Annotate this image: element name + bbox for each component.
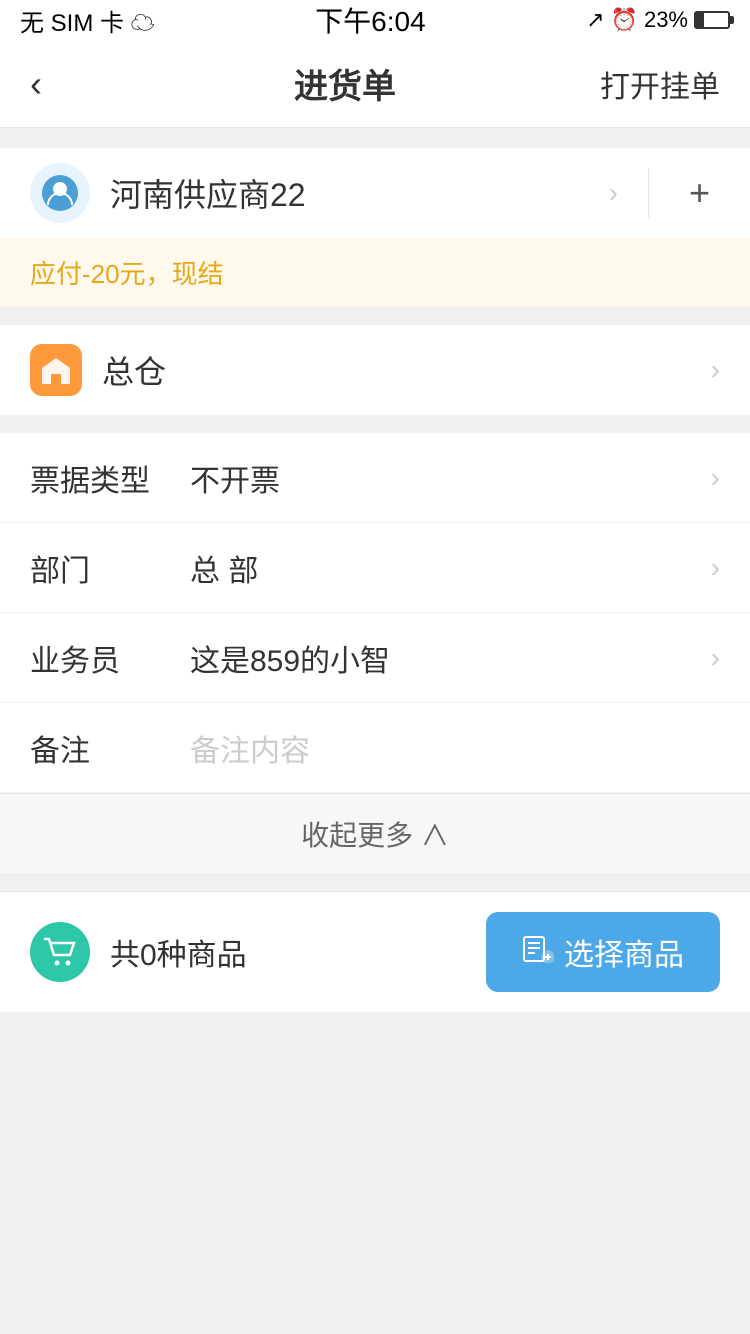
select-product-button[interactable]: 选择商品 <box>486 912 720 992</box>
supplier-name: 河南供应商22 <box>110 170 609 216</box>
select-product-label: 选择商品 <box>564 930 684 974</box>
battery-icon <box>694 11 730 29</box>
section-divider-1 <box>0 309 750 325</box>
add-supplier-button[interactable]: + <box>679 172 720 214</box>
status-bar: 无 SIM 卡 ☁ 下午6:04 ↗ ⏰ 23% <box>0 0 750 40</box>
warehouse-chevron: › <box>711 354 720 386</box>
supplier-row[interactable]: 河南供应商22 › + <box>0 148 750 238</box>
department-row[interactable]: 部门 总 部 › <box>0 523 750 613</box>
salesperson-row[interactable]: 业务员 这是859的小智 › <box>0 613 750 703</box>
bottom-bar: 共0种商品 选择商品 <box>0 891 750 1012</box>
status-right: ↗ ⏰ 23% <box>586 7 730 33</box>
remark-label: 备注 <box>30 726 170 770</box>
page-title: 进货单 <box>294 59 396 108</box>
supplier-section: 河南供应商22 › + 应付-20元，现结 <box>0 148 750 307</box>
salesperson-chevron: › <box>711 642 720 674</box>
open-pending-button[interactable]: 打开挂单 <box>600 62 720 106</box>
alarm-icon: ⏰ <box>611 7 638 33</box>
supplier-avatar <box>30 163 90 223</box>
status-left: 无 SIM 卡 ☁ <box>20 3 155 38</box>
section-divider-2 <box>0 417 750 433</box>
battery-label: 23% <box>644 7 688 33</box>
product-cart-icon <box>30 922 90 982</box>
back-button[interactable]: ‹ <box>30 63 90 105</box>
invoice-type-row[interactable]: 票据类型 不开票 › <box>0 433 750 523</box>
page-rest <box>0 1012 750 1312</box>
status-time: 下午6:04 <box>315 0 426 40</box>
notice-bar: 应付-20元，现结 <box>0 238 750 307</box>
remark-input[interactable]: 备注内容 <box>170 726 720 770</box>
department-value: 总 部 <box>170 546 711 590</box>
warehouse-icon <box>30 344 82 396</box>
supplier-chevron: › <box>609 177 618 209</box>
supplier-right-actions: › + <box>609 168 720 218</box>
remark-row[interactable]: 备注 备注内容 <box>0 703 750 793</box>
location-icon: ↗ <box>586 7 604 33</box>
department-label: 部门 <box>30 546 170 590</box>
collapse-button[interactable]: 收起更多 ∧ <box>0 793 750 873</box>
section-divider-3 <box>0 873 750 889</box>
department-chevron: › <box>711 552 720 584</box>
avatar-icon <box>42 175 78 211</box>
nav-bar: ‹ 进货单 打开挂单 <box>0 40 750 128</box>
warehouse-row[interactable]: 总仓 › <box>0 325 750 415</box>
section-gap-1 <box>0 128 750 148</box>
product-count-label: 共0种商品 <box>110 930 486 974</box>
select-product-icon <box>522 935 554 970</box>
salesperson-value: 这是859的小智 <box>170 636 711 680</box>
form-section: 票据类型 不开票 › 部门 总 部 › 业务员 这是859的小智 › 备注 备注… <box>0 433 750 873</box>
invoice-type-label: 票据类型 <box>30 456 170 500</box>
salesperson-label: 业务员 <box>30 636 170 680</box>
warehouse-name: 总仓 <box>102 347 711 393</box>
invoice-type-chevron: › <box>711 462 720 494</box>
vertical-divider <box>648 168 649 218</box>
sim-status: 无 SIM 卡 ☁ <box>20 3 155 38</box>
invoice-type-value: 不开票 <box>170 456 711 500</box>
warehouse-section: 总仓 › <box>0 325 750 415</box>
